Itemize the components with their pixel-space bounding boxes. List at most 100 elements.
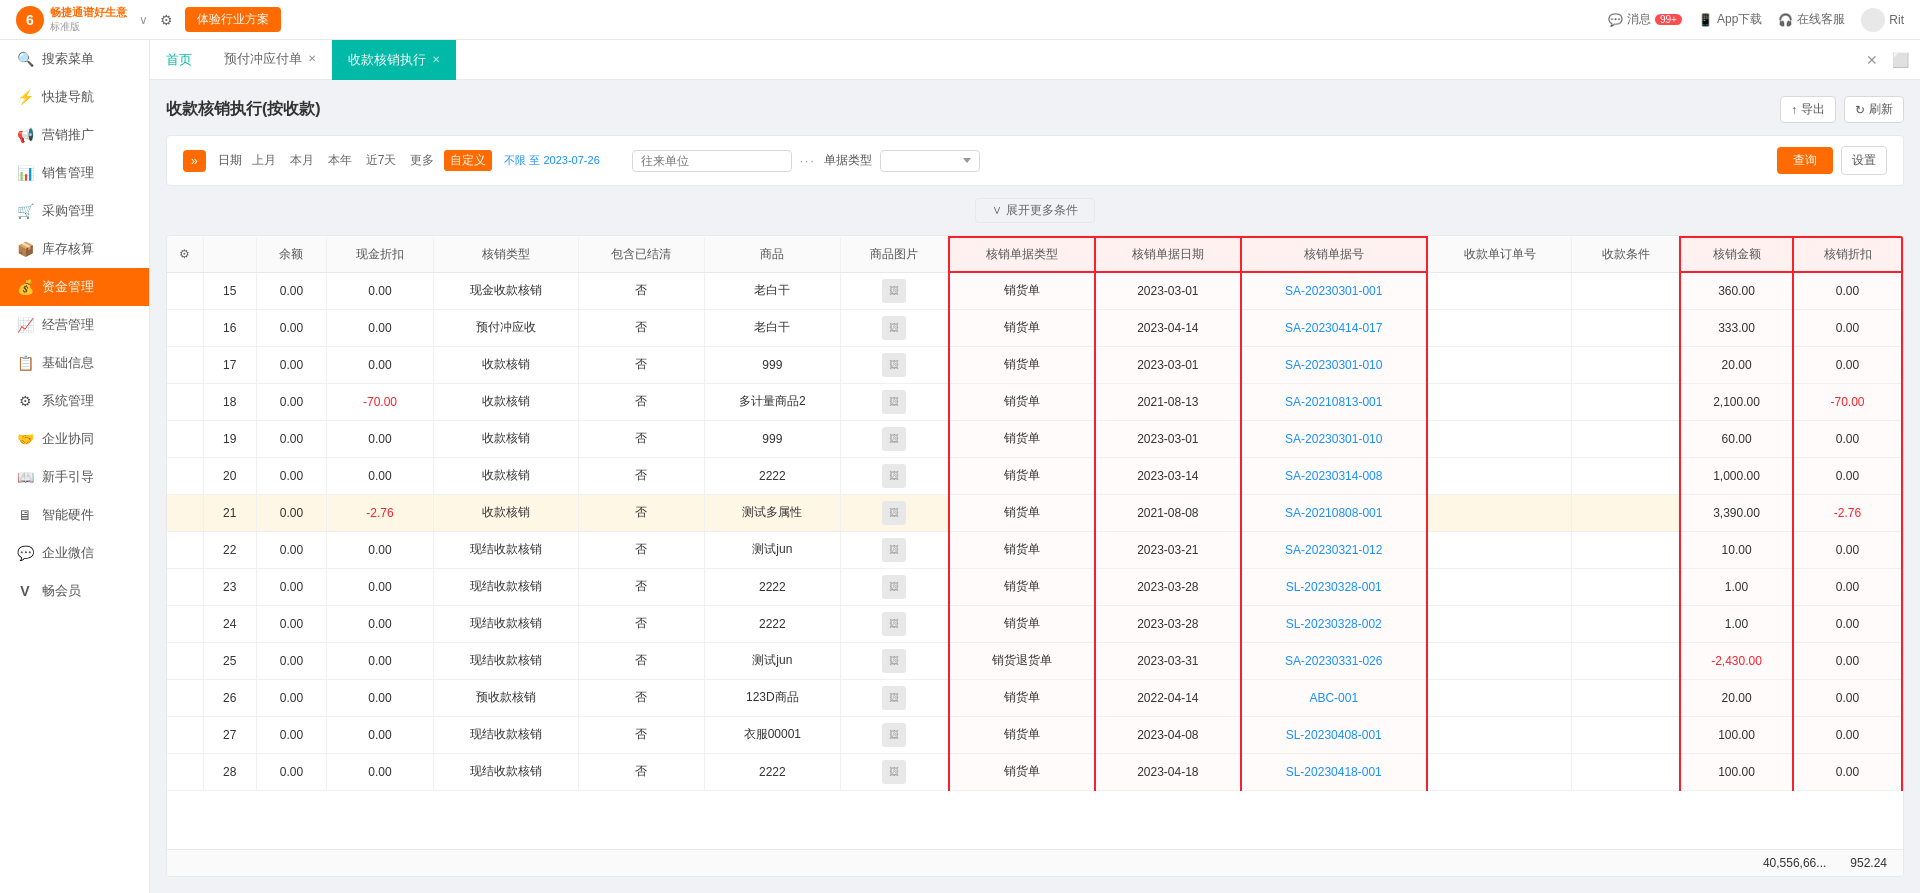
td-index: 22 (203, 531, 256, 568)
td-voucher-no[interactable]: ABC-001 (1241, 679, 1427, 716)
td-product: 衣服00001 (704, 716, 840, 753)
query-btn[interactable]: 查询 (1777, 147, 1833, 174)
td-voucher-no[interactable]: SA-20230301-010 (1241, 346, 1427, 383)
td-balance: 0.00 (256, 309, 326, 346)
content-area: 首页 预付冲应付单 ✕ 收款核销执行 ✕ ✕ ⬜ 收款核销执行(按收款) ↑ (150, 40, 1920, 893)
td-voucher-no[interactable]: SA-20210808-001 (1241, 494, 1427, 531)
td-write-off-discount: 0.00 (1793, 568, 1902, 605)
td-voucher-no[interactable]: SL-20230418-001 (1241, 753, 1427, 790)
online-service-item[interactable]: 🎧 在线客服 (1778, 11, 1845, 28)
filter-custom[interactable]: 自定义 (444, 150, 492, 171)
td-voucher-no[interactable]: SL-20230328-001 (1241, 568, 1427, 605)
td-collection-condition (1572, 716, 1680, 753)
td-collection-order-no (1427, 716, 1572, 753)
sidebar-item-guide[interactable]: 📖 新手引导 (0, 458, 149, 496)
sidebar-item-finance[interactable]: 💰 资金管理 (0, 268, 149, 306)
filter-right: 查询 设置 (1777, 146, 1887, 175)
td-balance: 0.00 (256, 531, 326, 568)
page-content: 收款核销执行(按收款) ↑ 导出 ↻ 刷新 » 日期 (150, 80, 1920, 893)
page-actions: ↑ 导出 ↻ 刷新 (1780, 96, 1904, 123)
filter-more[interactable]: 更多 (406, 150, 438, 171)
tab-close-writeoff[interactable]: ✕ (432, 54, 440, 65)
td-write-off-discount: 0.00 (1793, 309, 1902, 346)
td-voucher-no[interactable]: SA-20230301-010 (1241, 420, 1427, 457)
td-product-image: 🖼 (841, 679, 949, 716)
td-voucher-date: 2023-03-01 (1095, 272, 1241, 309)
sidebar-label: 营销推广 (42, 126, 94, 144)
page-header: 收款核销执行(按收款) ↑ 导出 ↻ 刷新 (166, 96, 1904, 123)
td-voucher-no[interactable]: SA-20210813-001 (1241, 383, 1427, 420)
tab-prepay[interactable]: 预付冲应付单 ✕ (208, 40, 332, 80)
table-wrap[interactable]: ⚙ 余额 现金折扣 核销类型 包含已结清 商品 商品图片 核销单据类型 核销单据… (167, 236, 1903, 849)
td-voucher-date: 2023-03-28 (1095, 568, 1241, 605)
sidebar-item-marketing[interactable]: 📢 营销推广 (0, 116, 149, 154)
voucher-type-select[interactable] (880, 150, 980, 172)
sidebar-item-operations[interactable]: 📈 经营管理 (0, 306, 149, 344)
partner-input[interactable] (632, 150, 792, 172)
industry-btn[interactable]: 体验行业方案 (185, 7, 281, 32)
td-voucher-no[interactable]: SA-20230301-001 (1241, 272, 1427, 309)
tab-expand-btn[interactable]: ⬜ (1888, 48, 1912, 72)
dropdown-chevron[interactable]: ∨ (139, 13, 148, 27)
td-voucher-type: 销货单 (949, 494, 1095, 531)
td-product-image: 🖼 (841, 457, 949, 494)
sidebar-item-purchase[interactable]: 🛒 采购管理 (0, 192, 149, 230)
td-write-off-type: 收款核销 (434, 346, 579, 383)
sidebar-item-wechat[interactable]: 💬 企业微信 (0, 534, 149, 572)
td-voucher-type: 销货单 (949, 346, 1095, 383)
td-voucher-no[interactable]: SA-20230321-012 (1241, 531, 1427, 568)
td-voucher-date: 2023-03-14 (1095, 457, 1241, 494)
tab-close-prepay[interactable]: ✕ (308, 53, 316, 64)
td-settings (167, 383, 203, 420)
sidebar-item-collab[interactable]: 🤝 企业协同 (0, 420, 149, 458)
app-download-item[interactable]: 📱 App下载 (1698, 11, 1762, 28)
td-voucher-no[interactable]: SA-20230314-008 (1241, 457, 1427, 494)
td-index: 17 (203, 346, 256, 383)
th-collection-condition: 收款条件 (1572, 237, 1680, 272)
gear-icon[interactable]: ⚙ (160, 12, 173, 28)
td-write-off-amount: 10.00 (1680, 531, 1793, 568)
product-image-placeholder: 🖼 (882, 316, 906, 340)
tab-home[interactable]: 首页 (150, 40, 208, 80)
expand-more-btn[interactable]: ∨ 展开更多条件 (975, 198, 1094, 223)
sidebar-item-member[interactable]: V 畅会员 (0, 572, 149, 610)
sidebar-item-base-info[interactable]: 📋 基础信息 (0, 344, 149, 382)
td-product-image: 🖼 (841, 716, 949, 753)
tab-writeoff[interactable]: 收款核销执行 ✕ (332, 40, 456, 80)
filter-this-month[interactable]: 本月 (286, 150, 318, 171)
filter-expand-arrow[interactable]: » (183, 150, 206, 172)
th-settings[interactable]: ⚙ (167, 237, 203, 272)
sidebar-item-hardware[interactable]: 🖥 智能硬件 (0, 496, 149, 534)
td-voucher-date: 2023-03-21 (1095, 531, 1241, 568)
td-voucher-date: 2023-03-31 (1095, 642, 1241, 679)
td-product-image: 🖼 (841, 642, 949, 679)
td-voucher-no[interactable]: SA-20230331-026 (1241, 642, 1427, 679)
notification-item[interactable]: 💬 消息 99+ (1608, 11, 1682, 28)
filter-dots[interactable]: ··· (800, 154, 816, 168)
marketing-icon: 📢 (16, 127, 34, 143)
td-balance: 0.00 (256, 494, 326, 531)
refresh-btn[interactable]: ↻ 刷新 (1844, 96, 1904, 123)
filter-this-year[interactable]: 本年 (324, 150, 356, 171)
td-voucher-no[interactable]: SL-20230328-002 (1241, 605, 1427, 642)
tab-close-btn[interactable]: ✕ (1860, 48, 1884, 72)
td-index: 18 (203, 383, 256, 420)
filter-7days[interactable]: 近7天 (362, 150, 401, 171)
sidebar-item-system[interactable]: ⚙ 系统管理 (0, 382, 149, 420)
filter-settings-btn[interactable]: 设置 (1841, 146, 1887, 175)
filter-last-month[interactable]: 上月 (248, 150, 280, 171)
product-image-placeholder: 🖼 (882, 279, 906, 303)
user-profile[interactable]: Rit (1861, 8, 1904, 32)
sidebar-item-shortcut[interactable]: ⚡ 快捷导航 (0, 78, 149, 116)
td-index: 21 (203, 494, 256, 531)
td-voucher-no[interactable]: SA-20230414-017 (1241, 309, 1427, 346)
td-voucher-no[interactable]: SL-20230408-001 (1241, 716, 1427, 753)
top-bar-left: 6 畅捷通谱好生意 标准版 ∨ ⚙ 体验行业方案 (16, 5, 281, 34)
sidebar-item-search[interactable]: 🔍 搜索菜单 (0, 40, 149, 78)
sidebar-item-inventory[interactable]: 📦 库存核算 (0, 230, 149, 268)
td-product: 2222 (704, 753, 840, 790)
sidebar-item-sales[interactable]: 📊 销售管理 (0, 154, 149, 192)
td-product: 老白干 (704, 309, 840, 346)
export-btn[interactable]: ↑ 导出 (1780, 96, 1836, 123)
sidebar-label: 经营管理 (42, 316, 94, 334)
